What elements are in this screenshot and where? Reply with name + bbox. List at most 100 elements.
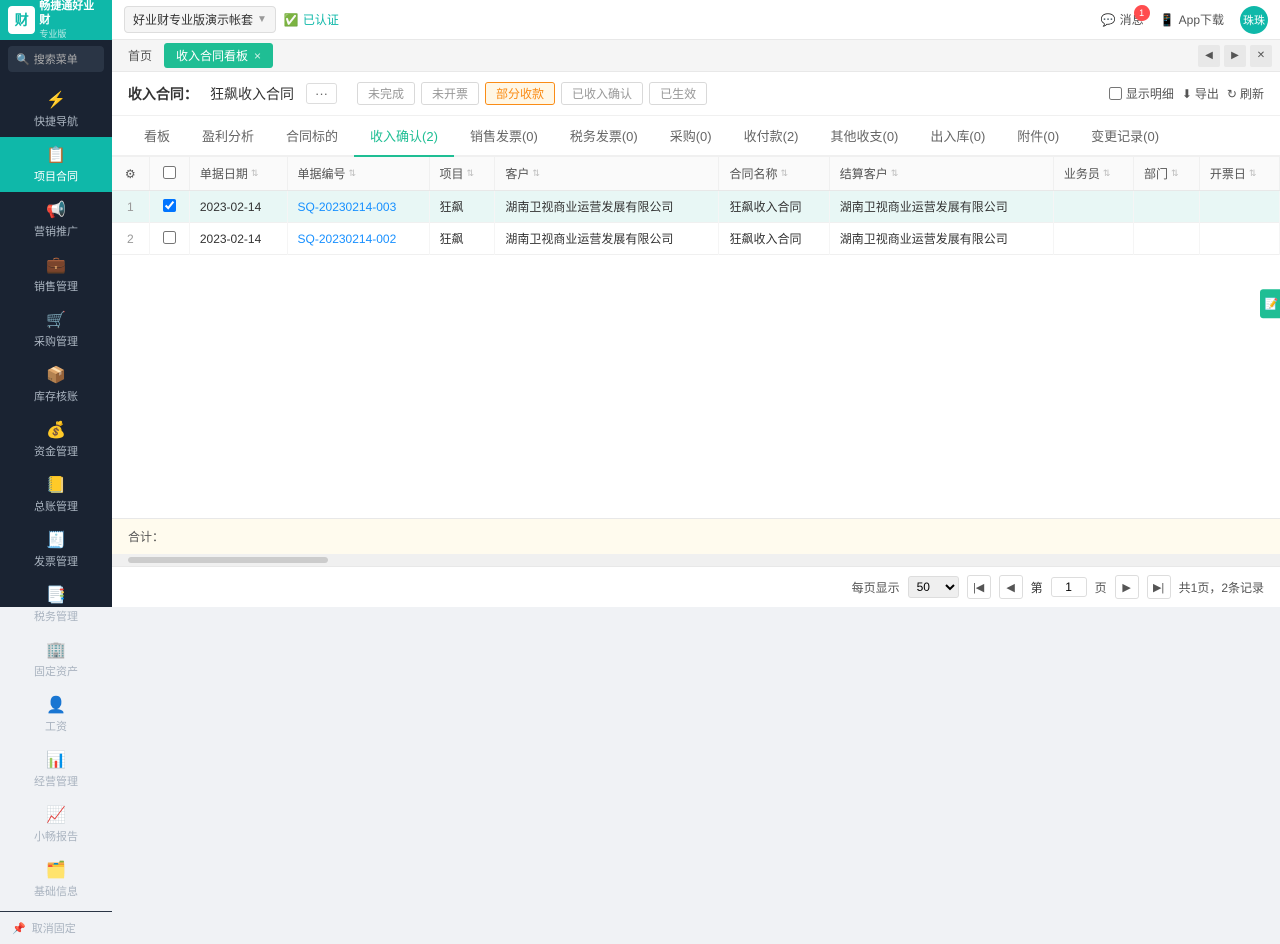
contract-column-header[interactable]: 合同名称⇅ (719, 157, 829, 191)
tab-profit[interactable]: 盈利分析 (186, 116, 270, 157)
sidebar-item-label: 发票管理 (34, 553, 78, 569)
sidebar-item-basic-info[interactable]: 🗂️ 基础信息 (0, 852, 112, 907)
row-checkbox-cell[interactable] (149, 191, 189, 223)
number-link[interactable]: SQ-20230214-003 (298, 200, 397, 214)
tab-prev-button[interactable]: ◀ (1198, 45, 1220, 67)
sidebar-item-fixed-assets[interactable]: 🏢 固定资产 (0, 632, 112, 687)
first-page-button[interactable]: |◀ (967, 575, 991, 599)
export-button[interactable]: ⬇ 导出 (1182, 85, 1219, 102)
status-tag-uninvoice[interactable]: 未开票 (421, 82, 479, 105)
date-column-header[interactable]: 单据日期⇅ (189, 157, 287, 191)
tab-contract-standard[interactable]: 合同标的 (270, 116, 354, 157)
next-page-button[interactable]: ▶ (1115, 575, 1139, 599)
operations-icon: 📊 (46, 750, 66, 770)
sidebar-item-inventory[interactable]: 📦 库存核账 (0, 357, 112, 412)
user-avatar[interactable]: 珠珠 (1240, 6, 1268, 34)
search-menu-button[interactable]: 🔍 搜索菜单 (8, 46, 104, 72)
prev-page-button[interactable]: ◀ (999, 575, 1023, 599)
sidebar-item-general-ledger[interactable]: 📒 总账管理 (0, 467, 112, 522)
sidebar-item-project-contract[interactable]: 📋 项目合同 (0, 137, 112, 192)
table-row[interactable]: 2 2023-02-14 SQ-20230214-002 狂飙 湖南卫视商业运营… (112, 223, 1280, 255)
refresh-button[interactable]: ↻ 刷新 (1227, 85, 1264, 102)
sidebar-item-tax-mgmt[interactable]: 📑 税务管理 (0, 577, 112, 632)
show-detail-checkbox[interactable]: 显示明细 (1109, 85, 1174, 102)
tab-tax-invoice[interactable]: 税务发票(0) (554, 116, 654, 157)
settings-column-header[interactable]: ⚙ (112, 157, 149, 191)
active-tab[interactable]: 收入合同看板 × (164, 43, 273, 68)
tabbar: 首页 收入合同看板 × ◀ ▶ ✕ (112, 40, 1280, 72)
tab-attachment[interactable]: 附件(0) (1001, 116, 1075, 157)
certified-badge: ✅ 已认证 (284, 11, 339, 28)
sidebar-item-sales-mgmt[interactable]: 💼 销售管理 (0, 247, 112, 302)
tab-next-button[interactable]: ▶ (1224, 45, 1246, 67)
tab-income-confirm[interactable]: 收入确认(2) (354, 116, 454, 157)
sidebar-item-fund-mgmt[interactable]: 💰 资金管理 (0, 412, 112, 467)
project-column-header[interactable]: 项目⇅ (429, 157, 495, 191)
tab-change-log[interactable]: 变更记录(0) (1075, 116, 1175, 157)
sidebar-logo: 财 畅捷通好业财 专业版 (0, 0, 112, 40)
salesperson-column-header[interactable]: 业务员⇅ (1053, 157, 1133, 191)
hr-icon: 👤 (46, 695, 66, 715)
status-tag-uncomplete[interactable]: 未完成 (357, 82, 415, 105)
message-button[interactable]: 💬 1 消息 (1101, 11, 1144, 28)
salesperson-cell (1053, 223, 1133, 255)
sidebar-item-label: 采购管理 (34, 333, 78, 349)
final-customer-column-header[interactable]: 结算客户⇅ (829, 157, 1053, 191)
home-tab[interactable]: 首页 (120, 43, 160, 68)
tab-purchase[interactable]: 采购(0) (654, 116, 728, 157)
date-cell: 2023-02-14 (189, 191, 287, 223)
table-row[interactable]: 1 2023-02-14 SQ-20230214-003 狂飙 湖南卫视商业运营… (112, 191, 1280, 223)
company-selector[interactable]: 好业财专业版演示帐套 ▼ (124, 6, 276, 33)
per-page-select[interactable]: 50 20 100 (908, 576, 959, 598)
tab-kanban[interactable]: 看板 (128, 116, 186, 157)
number-column-header[interactable]: 单据编号⇅ (287, 157, 429, 191)
tab-sales-invoice[interactable]: 销售发票(0) (454, 116, 554, 157)
sidebar-item-reports[interactable]: 📈 小畅报告 (0, 797, 112, 852)
page-number-input[interactable] (1051, 577, 1087, 597)
page-label: 页 (1095, 579, 1107, 596)
status-tag-confirmed[interactable]: 已收入确认 (561, 82, 643, 105)
tab-payment[interactable]: 收付款(2) (728, 116, 815, 157)
company-name: 好业财专业版演示帐套 (133, 11, 253, 28)
sidebar-item-invoice-mgmt[interactable]: 🧾 发票管理 (0, 522, 112, 577)
right-sticky-button[interactable]: 📝 (1260, 289, 1280, 318)
customer-column-header[interactable]: 客户⇅ (495, 157, 719, 191)
row-checkbox[interactable] (163, 199, 176, 212)
status-tag-partial[interactable]: 部分收款 (485, 82, 555, 105)
tab-other-income[interactable]: 其他收支(0) (815, 116, 915, 157)
sidebar-item-label: 营销推广 (34, 223, 78, 239)
invoice-date-column-header[interactable]: 开票日⇅ (1199, 157, 1279, 191)
sidebar-item-label: 固定资产 (34, 663, 78, 679)
sidebar-item-operations[interactable]: 📊 经营管理 (0, 742, 112, 797)
select-all-checkbox[interactable] (163, 166, 176, 179)
search-icon: 🔍 (16, 53, 30, 66)
sidebar-item-purchase-mgmt[interactable]: 🛒 采购管理 (0, 302, 112, 357)
sort-icon: ⇅ (1103, 168, 1111, 179)
status-tag-effective[interactable]: 已生效 (649, 82, 707, 105)
sidebar-item-hr[interactable]: 👤 工资 (0, 687, 112, 742)
row-checkbox[interactable] (163, 231, 176, 244)
sidebar-bottom-cancel-pin[interactable]: 📌 取消固定 (0, 912, 112, 944)
number-cell[interactable]: SQ-20230214-003 (287, 191, 429, 223)
more-options-button[interactable]: ··· (306, 83, 337, 104)
chevron-down-icon: ▼ (257, 14, 267, 25)
department-column-header[interactable]: 部门⇅ (1133, 157, 1199, 191)
avatar: 珠珠 (1240, 6, 1268, 34)
status-tags: 未完成 未开票 部分收款 已收入确认 已生效 (357, 82, 707, 105)
tab-close-icon[interactable]: × (254, 49, 261, 63)
scrollbar-thumb[interactable] (128, 557, 328, 563)
show-detail-input[interactable] (1109, 87, 1122, 100)
sidebar-item-quick-nav[interactable]: ⚡ 快捷导航 (0, 82, 112, 137)
sidebar-item-marketing[interactable]: 📢 营销推广 (0, 192, 112, 247)
tab-close-all-button[interactable]: ✕ (1250, 45, 1272, 67)
number-link[interactable]: SQ-20230214-002 (298, 232, 397, 246)
last-page-button[interactable]: ▶| (1147, 575, 1171, 599)
app-download-button[interactable]: 📱 App下载 (1160, 11, 1224, 28)
tab-out-in-stock[interactable]: 出入库(0) (914, 116, 1001, 157)
sidebar: 财 畅捷通好业财 专业版 🔍 搜索菜单 ⚡ 快捷导航 📋 项目合同 📢 营销推广… (0, 0, 112, 607)
row-checkbox-cell[interactable] (149, 223, 189, 255)
horizontal-scrollbar[interactable] (112, 554, 1280, 566)
number-cell[interactable]: SQ-20230214-002 (287, 223, 429, 255)
project-contract-icon: 📋 (46, 145, 66, 165)
invoice-date-cell (1199, 223, 1279, 255)
